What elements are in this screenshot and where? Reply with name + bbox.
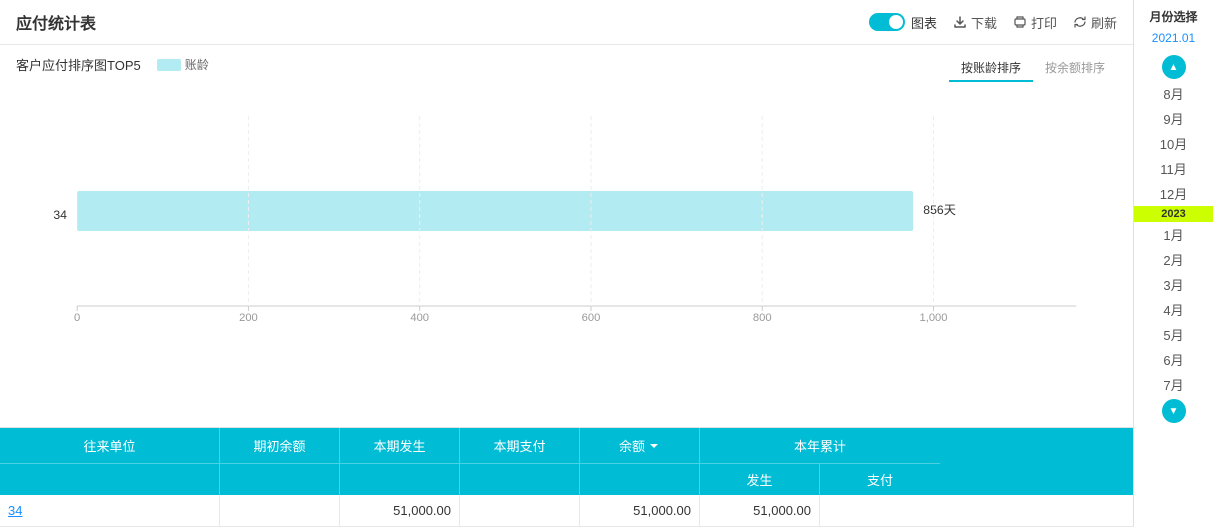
sub-th-laiwai <box>0 463 220 495</box>
sub-th-bennianjilei-zhifu: 支付 <box>820 463 940 495</box>
sidebar-month-1[interactable]: 1月 <box>1134 222 1213 247</box>
td-bennianjilei-fasheng: 51,000.00 <box>700 495 820 526</box>
svg-text:856天: 856天 <box>923 203 956 217</box>
sub-th-yue <box>580 463 700 495</box>
th-laiwai: 往来单位 <box>0 428 220 463</box>
legend-label: 账龄 <box>185 56 209 73</box>
download-button[interactable]: 下载 <box>953 13 997 32</box>
sidebar-year-input[interactable]: 2021.01 <box>1152 31 1195 45</box>
th-bennianjilei: 本年累计 <box>700 428 940 463</box>
table-main-header: 往来单位 期初余额 本期发生 本期支付 余额 本年累计 <box>0 428 1133 463</box>
sidebar-month-7[interactable]: 7月 <box>1134 372 1213 397</box>
chart-legend: 客户应付排序图TOP5 账龄 <box>16 55 209 74</box>
sidebar-month-6[interactable]: 6月 <box>1134 347 1213 372</box>
td-benqi-fasheng: 51,000.00 <box>340 495 460 526</box>
sidebar-month-3[interactable]: 3月 <box>1134 272 1213 297</box>
td-bennianjilei-zhifu <box>820 495 940 526</box>
sidebar-month-4[interactable]: 4月 <box>1134 297 1213 322</box>
header-actions: 图表 下载 打印 <box>869 13 1117 32</box>
svg-text:34: 34 <box>53 208 67 222</box>
download-icon <box>953 15 967 29</box>
svg-text:1,000: 1,000 <box>919 312 947 324</box>
sidebar-nav-down[interactable]: ▼ <box>1162 399 1186 423</box>
sidebar-year-marker[interactable]: 2023 <box>1134 206 1213 222</box>
sub-th-bennianjilei-fasheng: 发生 <box>700 463 820 495</box>
page-header: 应付统计表 图表 下载 打印 <box>0 0 1133 45</box>
refresh-icon <box>1073 15 1087 29</box>
chart-tabs: 按账龄排序 按余额排序 <box>949 55 1117 82</box>
legend-text: 客户应付排序图TOP5 <box>16 55 141 74</box>
tab-by-yue[interactable]: 按余额排序 <box>1033 55 1117 82</box>
page-title: 应付统计表 <box>16 10 96 34</box>
chart-toggle-switch[interactable] <box>869 13 905 31</box>
chart-section: 客户应付排序图TOP5 账龄 按账龄排序 按余额排序 34 <box>0 45 1133 427</box>
table-row: 34 51,000.00 51,000.00 51,000.00 <box>0 495 1133 527</box>
sidebar-month-9[interactable]: 9月 <box>1134 106 1213 131</box>
sort-icon <box>648 440 660 452</box>
chart-legend-row: 客户应付排序图TOP5 账龄 按账龄排序 按余额排序 <box>16 55 1117 82</box>
th-qichu: 期初余额 <box>220 428 340 463</box>
sub-th-benqi-zhifu <box>460 463 580 495</box>
table-section: 往来单位 期初余额 本期发生 本期支付 余额 本年累计 发生 <box>0 427 1133 527</box>
tab-by-zhangling[interactable]: 按账龄排序 <box>949 55 1033 82</box>
month-sidebar: 月份选择 2021.01 ▲ 8月 9月 10月 11月 12月 2023 1月… <box>1133 0 1213 527</box>
sub-th-benqi-fasheng <box>340 463 460 495</box>
th-benqi-fasheng: 本期发生 <box>340 428 460 463</box>
sidebar-month-10[interactable]: 10月 <box>1134 131 1213 156</box>
th-yue: 余额 <box>580 428 700 463</box>
sidebar-title: 月份选择 <box>1149 8 1197 25</box>
refresh-button[interactable]: 刷新 <box>1073 13 1117 32</box>
svg-text:200: 200 <box>239 312 258 324</box>
sidebar-month-5[interactable]: 5月 <box>1134 322 1213 347</box>
sidebar-month-11[interactable]: 11月 <box>1134 156 1213 181</box>
chart-toggle-label: 图表 <box>911 13 937 32</box>
svg-text:0: 0 <box>74 312 80 324</box>
chart-toggle-group[interactable]: 图表 <box>869 13 937 32</box>
svg-text:800: 800 <box>753 312 772 324</box>
td-yue: 51,000.00 <box>580 495 700 526</box>
chart-area: 34 856天 0 200 400 600 <box>16 86 1117 417</box>
sidebar-month-12[interactable]: 12月 <box>1134 181 1213 206</box>
svg-text:400: 400 <box>410 312 429 324</box>
sidebar-month-8[interactable]: 8月 <box>1134 81 1213 106</box>
legend-color-box <box>157 59 181 71</box>
table-sub-header: 发生 支付 <box>0 463 1133 495</box>
td-benqi-zhifu <box>460 495 580 526</box>
bar-chart-svg: 34 856天 0 200 400 600 <box>16 86 1117 346</box>
sub-th-qichu <box>220 463 340 495</box>
print-icon <box>1013 15 1027 29</box>
td-qichu <box>220 495 340 526</box>
legend-item-zhangling: 账龄 <box>157 56 209 73</box>
svg-text:600: 600 <box>582 312 601 324</box>
sidebar-month-2[interactable]: 2月 <box>1134 247 1213 272</box>
print-button[interactable]: 打印 <box>1013 13 1057 32</box>
th-benqi-zhifu: 本期支付 <box>460 428 580 463</box>
sidebar-nav-up[interactable]: ▲ <box>1162 55 1186 79</box>
td-laiwai[interactable]: 34 <box>0 495 220 526</box>
